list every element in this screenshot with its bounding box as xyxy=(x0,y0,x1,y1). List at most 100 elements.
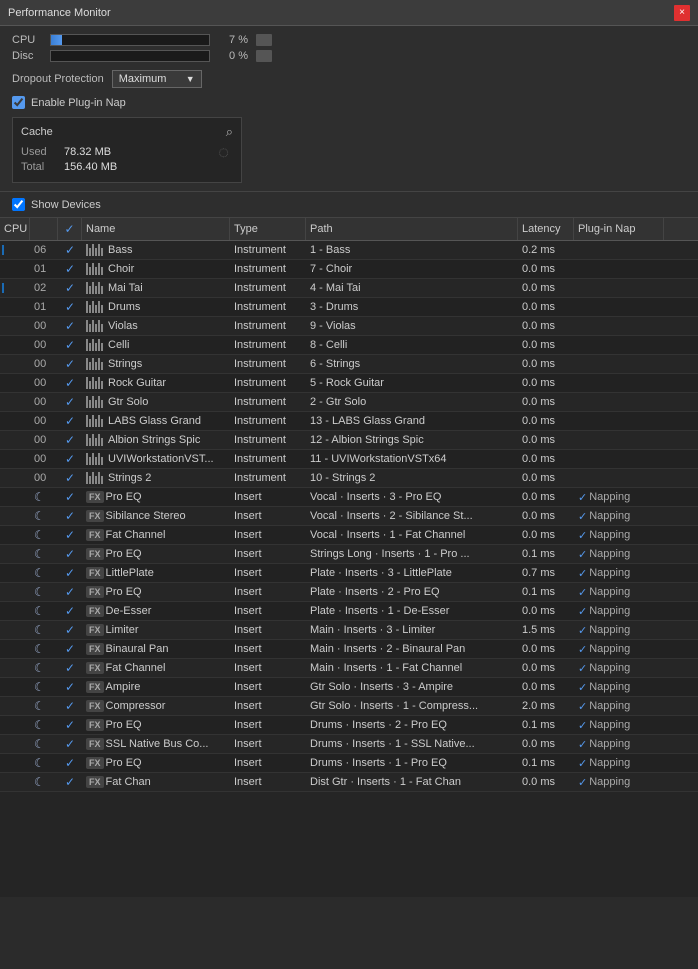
cpu-usage-cell xyxy=(0,495,30,499)
row-check[interactable]: ✓ xyxy=(58,583,82,601)
row-check[interactable]: ✓ xyxy=(58,735,82,753)
plugin-latency: 0.0 ms xyxy=(518,280,574,296)
th-path[interactable]: Path xyxy=(306,218,518,240)
row-check[interactable]: ✓ xyxy=(58,431,82,449)
check-icon: ✓ xyxy=(65,395,75,409)
moon-icon: ☾ xyxy=(34,509,45,523)
row-check[interactable]: ✓ xyxy=(58,317,82,335)
instrument-icon xyxy=(86,358,103,370)
cpu-usage-cell xyxy=(0,400,30,404)
row-check[interactable]: ✓ xyxy=(58,355,82,373)
table-row: 06✓BassInstrument1 - Bass0.2 ms xyxy=(0,241,698,260)
plugin-name-text: Rock Guitar xyxy=(108,377,166,389)
th-check[interactable]: ✓ xyxy=(58,218,82,240)
row-check[interactable]: ✓ xyxy=(58,716,82,734)
plugin-name: FX Pro EQ xyxy=(82,546,230,562)
plugin-name: FX Binaural Pan xyxy=(82,641,230,657)
table-row: ☾✓FX Fat ChannelInsertMain · Inserts · 1… xyxy=(0,659,698,678)
cpu-usage-cell xyxy=(0,243,30,257)
check-icon: ✓ xyxy=(65,642,75,656)
row-check[interactable]: ✓ xyxy=(58,374,82,392)
row-number: 01 xyxy=(30,261,58,277)
th-latency[interactable]: Latency xyxy=(518,218,574,240)
napping-label: Napping xyxy=(589,776,630,788)
plugin-latency: 0.2 ms xyxy=(518,242,574,258)
plugin-path: Plate · Inserts · 3 - LittlePlate xyxy=(306,565,518,581)
plugin-type: Insert xyxy=(230,603,306,619)
disc-value: 0 % xyxy=(218,50,248,62)
dropout-protection-dropdown[interactable]: Maximum ▼ xyxy=(112,70,202,88)
enable-plugin-nap-label[interactable]: Enable Plug-in Nap xyxy=(31,97,126,109)
row-check[interactable]: ✓ xyxy=(58,279,82,297)
row-check[interactable]: ✓ xyxy=(58,564,82,582)
row-check[interactable]: ✓ xyxy=(58,621,82,639)
window-title: Performance Monitor xyxy=(8,7,111,19)
row-check[interactable]: ✓ xyxy=(58,260,82,278)
th-type[interactable]: Type xyxy=(230,218,306,240)
plugin-nap-status xyxy=(574,305,664,309)
cpu-usage-cell xyxy=(0,628,30,632)
plugin-path: Main · Inserts · 3 - Limiter xyxy=(306,622,518,638)
cpu-usage-cell xyxy=(0,780,30,784)
row-check[interactable]: ✓ xyxy=(58,640,82,658)
row-check[interactable]: ✓ xyxy=(58,773,82,791)
cache-used-label: Used xyxy=(21,146,56,158)
plugin-name-text: Fat Channel xyxy=(106,529,166,541)
th-plugin-nap[interactable]: Plug-in Nap xyxy=(574,218,664,240)
row-number: ☾ xyxy=(30,488,58,506)
plugin-name-text: Limiter xyxy=(106,624,139,636)
cpu-usage-cell xyxy=(0,647,30,651)
moon-icon: ☾ xyxy=(34,661,45,675)
row-check[interactable]: ✓ xyxy=(58,507,82,525)
dropout-protection-label: Dropout Protection xyxy=(12,73,104,85)
plugin-path: Plate · Inserts · 2 - Pro EQ xyxy=(306,584,518,600)
plugin-name: FX Pro EQ xyxy=(82,489,230,505)
plugin-path: 12 - Albion Strings Spic xyxy=(306,432,518,448)
row-check[interactable]: ✓ xyxy=(58,678,82,696)
row-check[interactable]: ✓ xyxy=(58,450,82,468)
row-check[interactable]: ✓ xyxy=(58,488,82,506)
cpu-usage-cell xyxy=(0,324,30,328)
check-icon: ✓ xyxy=(65,509,75,523)
check-icon: ✓ xyxy=(65,699,75,713)
row-check[interactable]: ✓ xyxy=(58,393,82,411)
fx-badge-icon: FX xyxy=(86,681,104,693)
th-name[interactable]: Name xyxy=(82,218,230,240)
close-button[interactable]: × xyxy=(674,5,690,21)
th-plugin-nap-label: Plug-in Nap xyxy=(578,223,635,235)
napping-label: Napping xyxy=(589,681,630,693)
search-icon[interactable]: ⌕ xyxy=(226,124,233,140)
th-cpu[interactable]: CPU ▲ xyxy=(0,218,30,240)
cpu-meter-icon xyxy=(256,34,272,46)
row-check[interactable]: ✓ xyxy=(58,412,82,430)
table-row: ☾✓FX SSL Native Bus Co...InsertDrums · I… xyxy=(0,735,698,754)
row-check[interactable]: ✓ xyxy=(58,298,82,316)
plugin-nap-status xyxy=(574,438,664,442)
napping-label: Napping xyxy=(589,586,630,598)
row-check[interactable]: ✓ xyxy=(58,602,82,620)
enable-plugin-nap-checkbox[interactable] xyxy=(12,96,25,109)
row-check[interactable]: ✓ xyxy=(58,526,82,544)
row-check[interactable]: ✓ xyxy=(58,697,82,715)
row-check[interactable]: ✓ xyxy=(58,469,82,487)
plugin-latency: 0.0 ms xyxy=(518,413,574,429)
table-container[interactable]: CPU ▲ ✓ Name Type Path Latency Plug-in N… xyxy=(0,218,698,897)
row-check[interactable]: ✓ xyxy=(58,659,82,677)
plugin-latency: 0.1 ms xyxy=(518,717,574,733)
cpu-meter-row: CPU 7 % xyxy=(12,34,686,46)
cache-section: Cache ⌕ Used 78.32 MB ◌ Total 156.40 MB xyxy=(12,117,242,183)
table-row: 00✓Rock GuitarInstrument5 - Rock Guitar0… xyxy=(0,374,698,393)
row-check[interactable]: ✓ xyxy=(58,336,82,354)
row-number: ☾ xyxy=(30,602,58,620)
table-header: CPU ▲ ✓ Name Type Path Latency Plug-in N… xyxy=(0,218,698,241)
cache-total-value: 156.40 MB xyxy=(64,161,117,173)
row-number: 01 xyxy=(30,299,58,315)
row-check[interactable]: ✓ xyxy=(58,241,82,259)
row-check[interactable]: ✓ xyxy=(58,754,82,772)
plugin-name: Strings 2 xyxy=(82,470,230,486)
plugin-latency: 0.0 ms xyxy=(518,375,574,391)
show-devices-label[interactable]: Show Devices xyxy=(31,199,101,211)
show-devices-checkbox[interactable] xyxy=(12,198,25,211)
row-check[interactable]: ✓ xyxy=(58,545,82,563)
disc-bar-container xyxy=(50,50,210,62)
